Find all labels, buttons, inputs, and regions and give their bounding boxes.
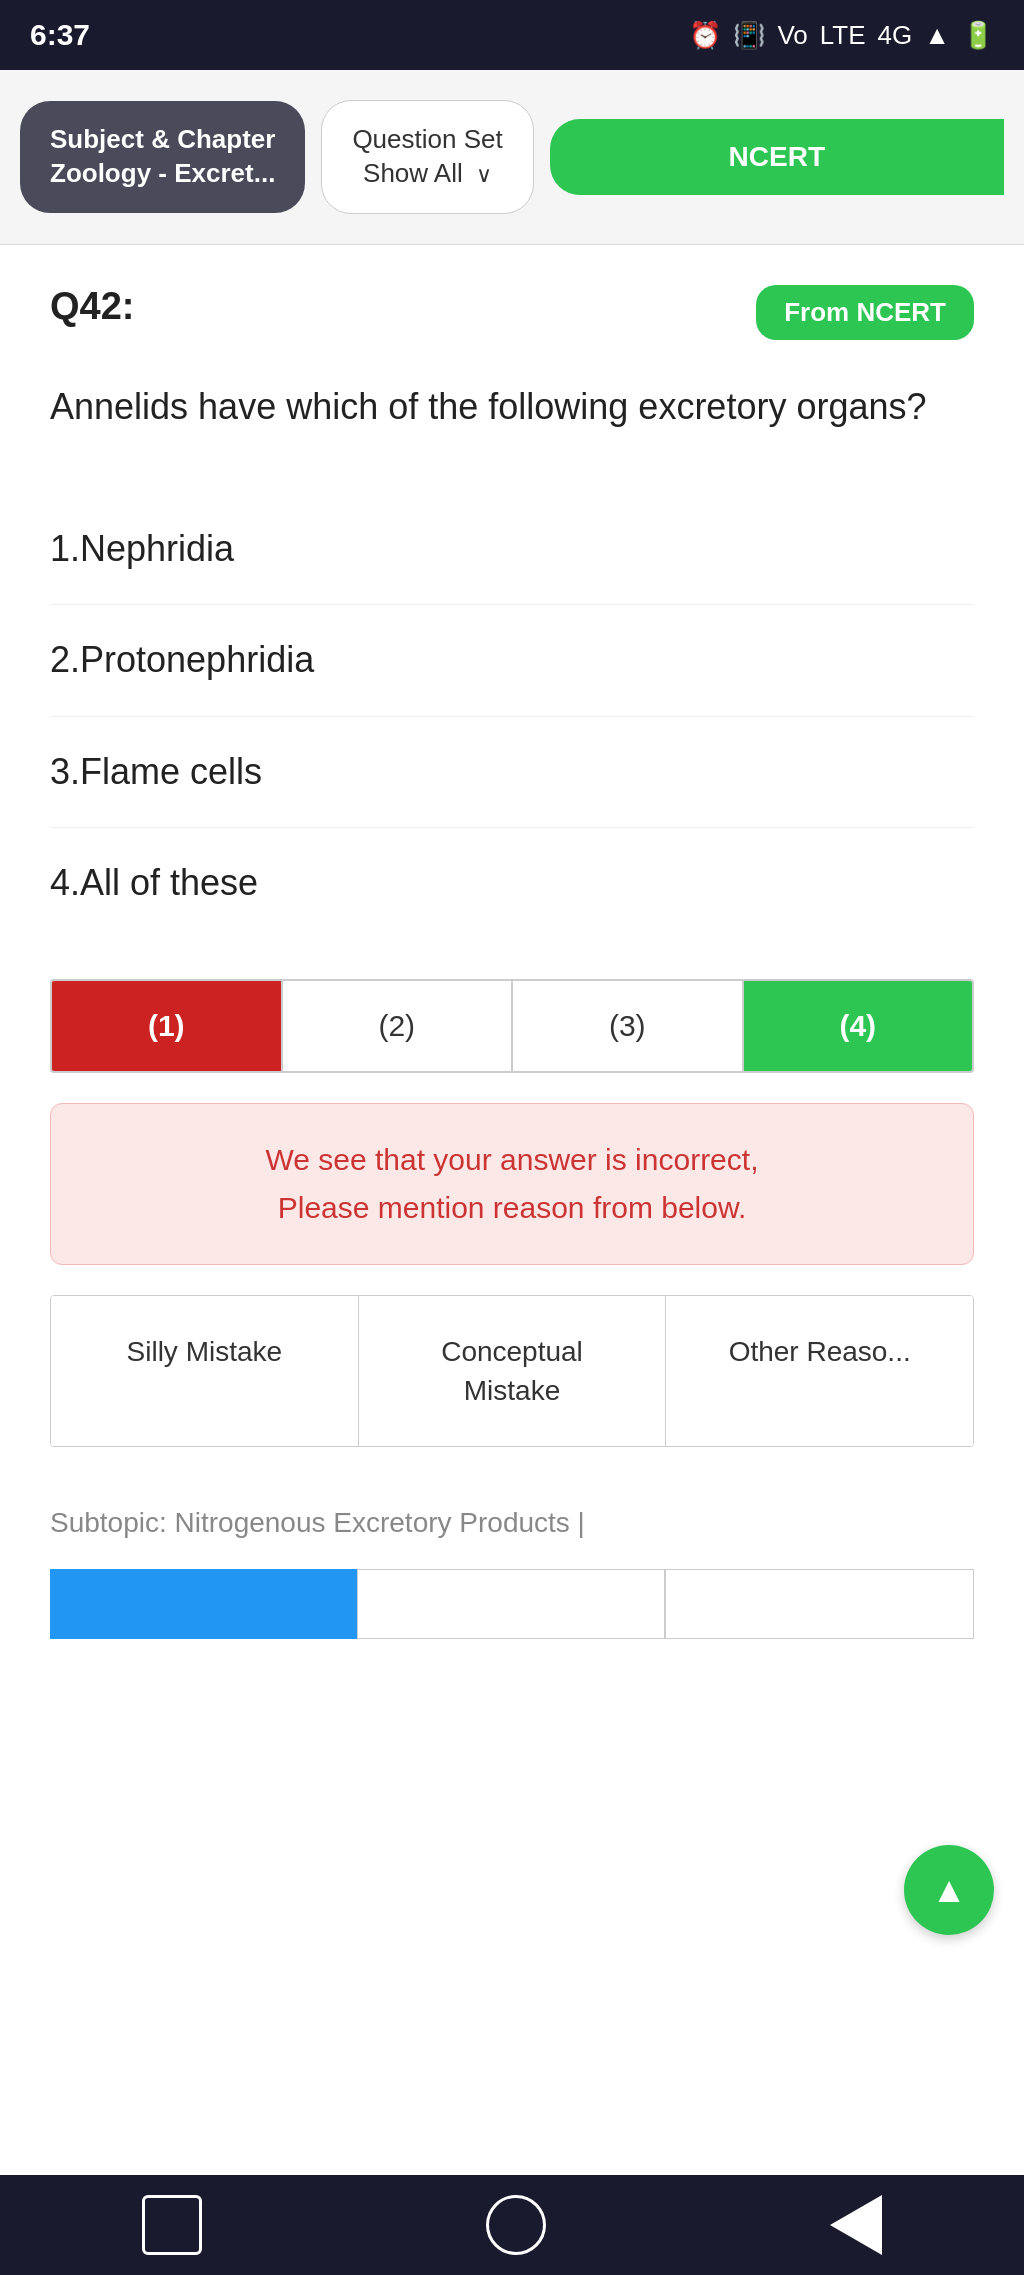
back-nav-btn[interactable] xyxy=(830,2195,882,2255)
vibrate-icon: 📳 xyxy=(733,20,765,51)
answer-option-4[interactable]: (4) xyxy=(744,981,973,1071)
status-time: 6:37 xyxy=(30,18,90,52)
ncert-pill[interactable]: NCERT xyxy=(550,119,1004,195)
option-1[interactable]: 1.Nephridia xyxy=(50,494,974,605)
question-set-line2: Show All ∨ xyxy=(352,157,502,191)
scroll-up-button[interactable]: ▲ xyxy=(904,1845,994,1935)
bottom-actions xyxy=(50,1569,974,1639)
chevron-down-icon: ∨ xyxy=(476,162,492,187)
subject-chapter-line2: Zoology - Excret... xyxy=(50,157,275,191)
incorrect-message: We see that your answer is incorrect, Pl… xyxy=(50,1103,974,1265)
ncert-badge: From NCERT xyxy=(756,285,974,340)
bottom-btn-middle[interactable] xyxy=(357,1569,666,1639)
conceptual-mistake-btn[interactable]: ConceptualMistake xyxy=(359,1296,667,1446)
option-2[interactable]: 2.Protonephridia xyxy=(50,605,974,716)
subject-chapter-line1: Subject & Chapter xyxy=(50,123,275,157)
subject-chapter-pill[interactable]: Subject & Chapter Zoology - Excret... xyxy=(20,101,305,213)
subtopic-label: Subtopic: xyxy=(50,1507,167,1538)
option-4[interactable]: 4.All of these xyxy=(50,828,974,938)
square-nav-btn[interactable] xyxy=(142,2195,202,2255)
incorrect-line2: Please mention reason from below. xyxy=(81,1184,943,1232)
question-number: Q42: xyxy=(50,285,134,328)
silly-mistake-btn[interactable]: Silly Mistake xyxy=(51,1296,359,1446)
reason-row: Silly Mistake ConceptualMistake Other Re… xyxy=(50,1295,974,1447)
answer-option-3[interactable]: (3) xyxy=(513,981,744,1071)
question-header: Q42: From NCERT xyxy=(50,285,974,340)
ncert-label: NCERT xyxy=(729,141,825,172)
bottom-btn-left[interactable] xyxy=(50,1569,357,1639)
subtopic-bar: Subtopic: Nitrogenous Excretory Products… xyxy=(50,1477,974,1559)
incorrect-line1: We see that your answer is incorrect, xyxy=(81,1136,943,1184)
question-text: Annelids have which of the following exc… xyxy=(50,380,974,434)
bottom-btn-right[interactable] xyxy=(665,1569,974,1639)
signal-icon: Vo xyxy=(777,20,807,51)
answer-option-1[interactable]: (1) xyxy=(52,981,283,1071)
network-icon: LTE xyxy=(820,20,866,51)
battery-icon: 🔋 xyxy=(962,20,994,51)
answer-selector: (1) (2) (3) (4) xyxy=(50,979,974,1073)
question-set-pill[interactable]: Question Set Show All ∨ xyxy=(321,100,533,214)
subtopic-value: Nitrogenous Excretory Products | xyxy=(175,1507,585,1538)
options-list: 1.Nephridia 2.Protonephridia 3.Flame cel… xyxy=(50,494,974,939)
alarm-icon: ⏰ xyxy=(689,20,721,51)
other-reason-btn[interactable]: Other Reaso... xyxy=(666,1296,973,1446)
top-nav: Subject & Chapter Zoology - Excret... Qu… xyxy=(0,70,1024,245)
answer-option-2[interactable]: (2) xyxy=(283,981,514,1071)
home-nav-btn[interactable] xyxy=(486,2195,546,2255)
question-set-line1: Question Set xyxy=(352,123,502,157)
4g-icon: 4G xyxy=(878,20,913,51)
wifi-strength-icon: ▲ xyxy=(924,20,950,51)
status-icons: ⏰ 📳 Vo LTE 4G ▲ 🔋 xyxy=(689,20,994,51)
option-3[interactable]: 3.Flame cells xyxy=(50,717,974,828)
android-nav-bar xyxy=(0,2175,1024,2275)
main-content: Q42: From NCERT Annelids have which of t… xyxy=(0,245,1024,1679)
status-bar: 6:37 ⏰ 📳 Vo LTE 4G ▲ 🔋 xyxy=(0,0,1024,70)
chevron-up-icon: ▲ xyxy=(931,1869,967,1911)
